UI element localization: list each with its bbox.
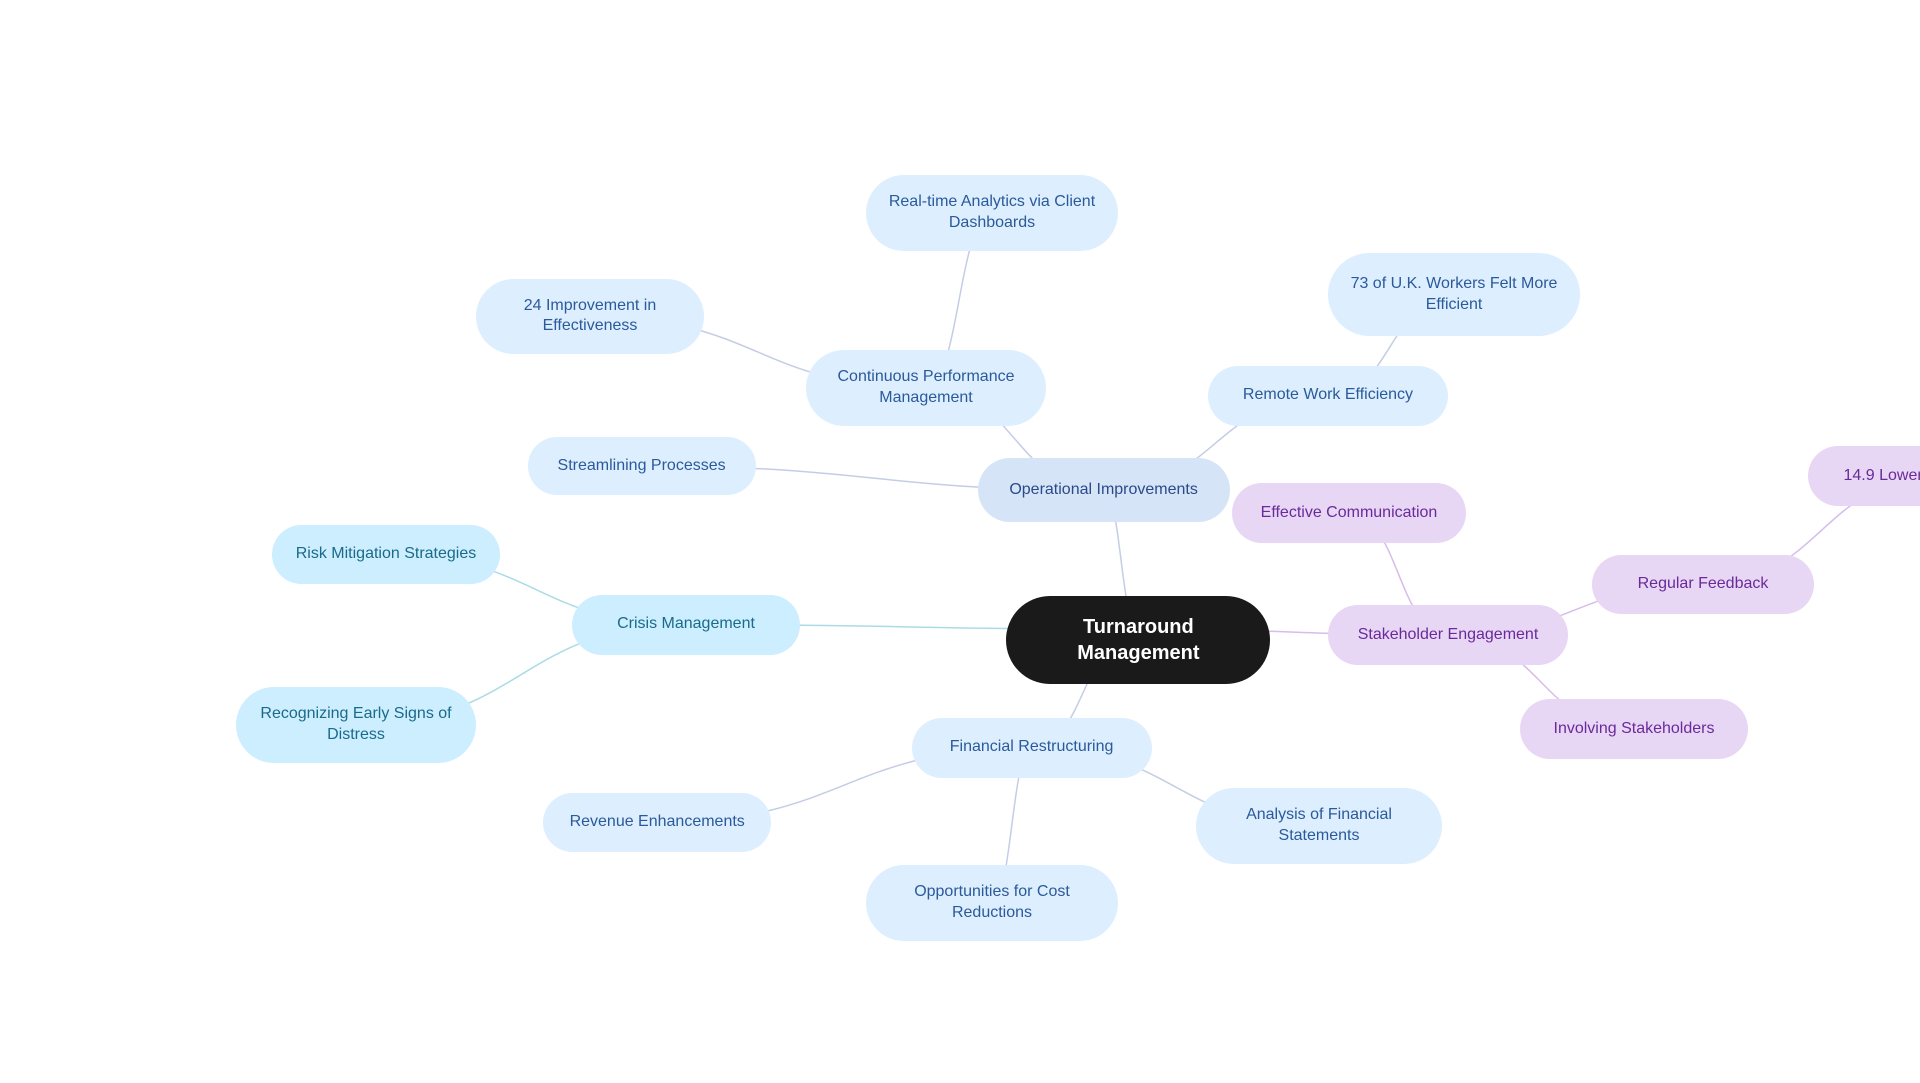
node-realtime-analytics: Real-time Analytics via Client Dashboard…: [866, 175, 1118, 251]
mindmap-container: Turnaround Management Operational Improve…: [0, 0, 1920, 1083]
node-remote-work: Remote Work Efficiency: [1208, 366, 1448, 426]
node-improvement-effectiveness: 24 Improvement in Effectiveness: [476, 279, 704, 355]
node-financial-restructuring: Financial Restructuring: [912, 718, 1152, 778]
node-early-signs: Recognizing Early Signs of Distress: [236, 687, 476, 763]
node-73-workers: 73 of U.K. Workers Felt More Efficient: [1328, 253, 1580, 336]
node-revenue-enhancements: Revenue Enhancements: [543, 793, 771, 853]
node-stakeholder-engagement: Stakeholder Engagement: [1328, 605, 1568, 665]
node-risk-mitigation: Risk Mitigation Strategies: [272, 525, 500, 585]
node-center: Turnaround Management: [1006, 596, 1270, 684]
node-cost-reductions: Opportunities for Cost Reductions: [866, 865, 1118, 941]
node-crisis-management: Crisis Management: [572, 595, 800, 655]
node-effective-communication: Effective Communication: [1232, 483, 1466, 543]
node-operational-improvements: Operational Improvements: [978, 458, 1230, 522]
node-analysis-financial: Analysis of Financial Statements: [1196, 788, 1442, 864]
node-involving-stakeholders: Involving Stakeholders: [1520, 699, 1748, 759]
node-streamlining-processes: Streamlining Processes: [528, 437, 756, 495]
node-lower-turnover: 14.9 Lower Turnover Rates: [1808, 446, 1920, 506]
node-regular-feedback: Regular Feedback: [1592, 555, 1814, 615]
node-continuous-performance: Continuous Performance Management: [806, 350, 1046, 426]
